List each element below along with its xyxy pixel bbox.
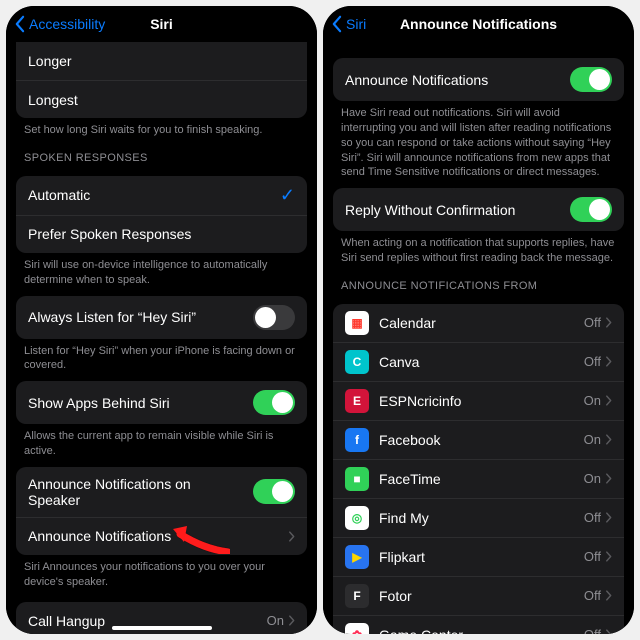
reply-group: Reply Without Confirmation [333, 188, 624, 231]
announce-notifications-toggle[interactable] [570, 67, 612, 92]
show-apps-row[interactable]: Show Apps Behind Siri [16, 381, 307, 424]
app-status: Off [584, 354, 612, 369]
apps-list: ▦CalendarOffCCanvaOffEESPNcricinfoOnfFac… [333, 304, 624, 634]
announce-from-header: ANNOUNCE NOTIFICATIONS FROM [323, 266, 634, 296]
app-status: On [584, 393, 612, 408]
chevron-right-icon [605, 434, 612, 445]
app-icon: ■ [345, 467, 369, 491]
announce-footer: Have Siri read out notifications. Siri w… [323, 101, 634, 180]
app-name: FaceTime [379, 471, 584, 487]
chevron-right-icon [605, 395, 612, 406]
app-icon: ▶ [345, 545, 369, 569]
announce-footer: Siri Announces your notifications to you… [6, 555, 317, 590]
chevron-right-icon [605, 590, 612, 601]
app-name: Flipkart [379, 549, 584, 565]
app-name: Calendar [379, 315, 584, 331]
app-status: On [584, 432, 612, 447]
chevron-right-icon [288, 615, 295, 626]
hey-siri-group: Always Listen for “Hey Siri” [16, 296, 307, 339]
back-button[interactable]: Siri [331, 6, 366, 42]
app-name: Game Center [379, 627, 584, 634]
show-apps-toggle[interactable] [253, 390, 295, 415]
reply-footer: When acting on a notification that suppo… [323, 231, 634, 266]
scroll-area[interactable]: Longer Longest Set how long Siri waits f… [6, 42, 317, 634]
home-indicator[interactable] [112, 626, 212, 630]
chevron-left-icon [14, 15, 25, 33]
app-row[interactable]: ◎ Find MyOff [333, 498, 624, 537]
app-icon: ◎ [345, 506, 369, 530]
option-automatic[interactable]: Automatic ✓ [16, 176, 307, 215]
announce-on-speaker-row[interactable]: Announce Notifications on Speaker [16, 467, 307, 517]
app-status: Off [584, 315, 612, 330]
chevron-right-icon [605, 629, 612, 634]
option-longer[interactable]: Longer [16, 42, 307, 80]
chevron-right-icon [605, 317, 612, 328]
page-title: Siri [150, 16, 173, 32]
navbar: Accessibility Siri [6, 6, 317, 42]
spoken-footer: Siri will use on-device intelligence to … [6, 253, 317, 288]
chevron-right-icon [605, 356, 612, 367]
app-row[interactable]: ■ FaceTimeOn [333, 459, 624, 498]
app-name: Canva [379, 354, 584, 370]
app-status: Off [584, 549, 612, 564]
checkmark-icon: ✓ [280, 185, 295, 206]
app-icon: F [345, 584, 369, 608]
always-listen-row[interactable]: Always Listen for “Hey Siri” [16, 296, 307, 339]
siri-settings-screen: Accessibility Siri Longer Longest Set ho… [6, 6, 317, 634]
pause-time-group: Longer Longest [16, 42, 307, 118]
app-row[interactable]: C CanvaOff [333, 342, 624, 381]
chevron-left-icon [331, 15, 342, 33]
announce-notifications-row[interactable]: Announce Notifications [16, 517, 307, 555]
app-name: Facebook [379, 432, 584, 448]
show-apps-group: Show Apps Behind Siri [16, 381, 307, 424]
reply-without-confirmation-toggle[interactable] [570, 197, 612, 222]
app-icon: E [345, 389, 369, 413]
app-status: Off [584, 588, 612, 603]
navbar: Siri Announce Notifications [323, 6, 634, 42]
announce-toggle-group: Announce Notifications [333, 58, 624, 101]
app-row[interactable]: ▶ FlipkartOff [333, 537, 624, 576]
option-longest[interactable]: Longest [16, 80, 307, 118]
app-status: On [584, 471, 612, 486]
back-label: Siri [346, 16, 366, 32]
reply-without-confirmation-row[interactable]: Reply Without Confirmation [333, 188, 624, 231]
app-name: Find My [379, 510, 584, 526]
app-row[interactable]: ✿ Game CenterOff [333, 615, 624, 634]
app-name: Fotor [379, 588, 584, 604]
app-icon: C [345, 350, 369, 374]
announce-group: Announce Notifications on Speaker Announ… [16, 467, 307, 555]
chevron-right-icon [605, 512, 612, 523]
show-apps-footer: Allows the current app to remain visible… [6, 424, 317, 459]
back-label: Accessibility [29, 16, 105, 32]
always-listen-toggle[interactable] [253, 305, 295, 330]
call-hangup-value: On [267, 613, 284, 628]
scroll-area[interactable]: Announce Notifications Have Siri read ou… [323, 42, 634, 634]
app-status: Off [584, 627, 612, 634]
spoken-responses-group: Automatic ✓ Prefer Spoken Responses [16, 176, 307, 253]
chevron-right-icon [605, 473, 612, 484]
announce-notifications-row[interactable]: Announce Notifications [333, 58, 624, 101]
announce-on-speaker-toggle[interactable] [253, 479, 295, 504]
chevron-right-icon [605, 551, 612, 562]
app-icon: f [345, 428, 369, 452]
page-title: Announce Notifications [400, 16, 557, 32]
app-row[interactable]: f FacebookOn [333, 420, 624, 459]
app-name: ESPNcricinfo [379, 393, 584, 409]
app-icon: ✿ [345, 623, 369, 634]
back-button[interactable]: Accessibility [14, 6, 105, 42]
chevron-right-icon [288, 531, 295, 542]
spoken-responses-header: SPOKEN RESPONSES [6, 138, 317, 168]
announce-notifications-screen: Siri Announce Notifications Announce Not… [323, 6, 634, 634]
app-status: Off [584, 510, 612, 525]
hey-siri-footer: Listen for “Hey Siri” when your iPhone i… [6, 339, 317, 374]
option-prefer-spoken[interactable]: Prefer Spoken Responses [16, 215, 307, 253]
app-row[interactable]: E ESPNcricinfoOn [333, 381, 624, 420]
app-row[interactable]: F FotorOff [333, 576, 624, 615]
app-row[interactable]: ▦ CalendarOff [333, 304, 624, 342]
app-icon: ▦ [345, 311, 369, 335]
pause-footer: Set how long Siri waits for you to finis… [6, 118, 317, 138]
